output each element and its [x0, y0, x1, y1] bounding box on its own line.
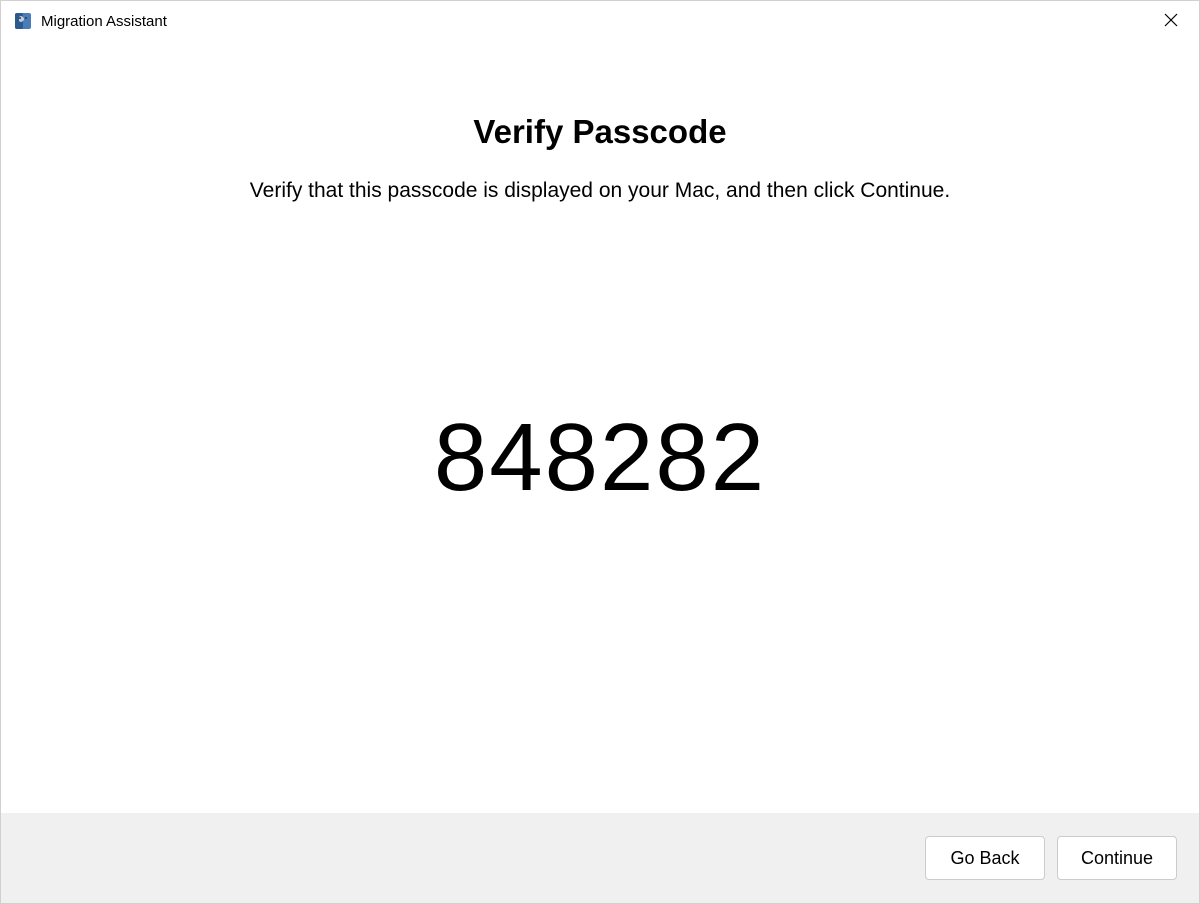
page-heading: Verify Passcode	[473, 113, 726, 151]
titlebar-left: Migration Assistant	[13, 11, 167, 31]
instruction-text: Verify that this passcode is displayed o…	[250, 179, 950, 203]
footer-bar: Go Back Continue	[1, 813, 1199, 903]
passcode-display: 848282	[434, 403, 766, 513]
app-title: Migration Assistant	[41, 13, 167, 30]
app-icon	[13, 11, 33, 31]
migration-assistant-window: Migration Assistant Verify Passcode Veri…	[0, 0, 1200, 904]
close-icon	[1163, 12, 1179, 31]
content-area: Verify Passcode Verify that this passcod…	[1, 41, 1199, 813]
close-button[interactable]	[1155, 5, 1187, 37]
titlebar-right	[1155, 5, 1187, 37]
titlebar: Migration Assistant	[1, 1, 1199, 41]
go-back-button[interactable]: Go Back	[925, 836, 1045, 880]
continue-button[interactable]: Continue	[1057, 836, 1177, 880]
